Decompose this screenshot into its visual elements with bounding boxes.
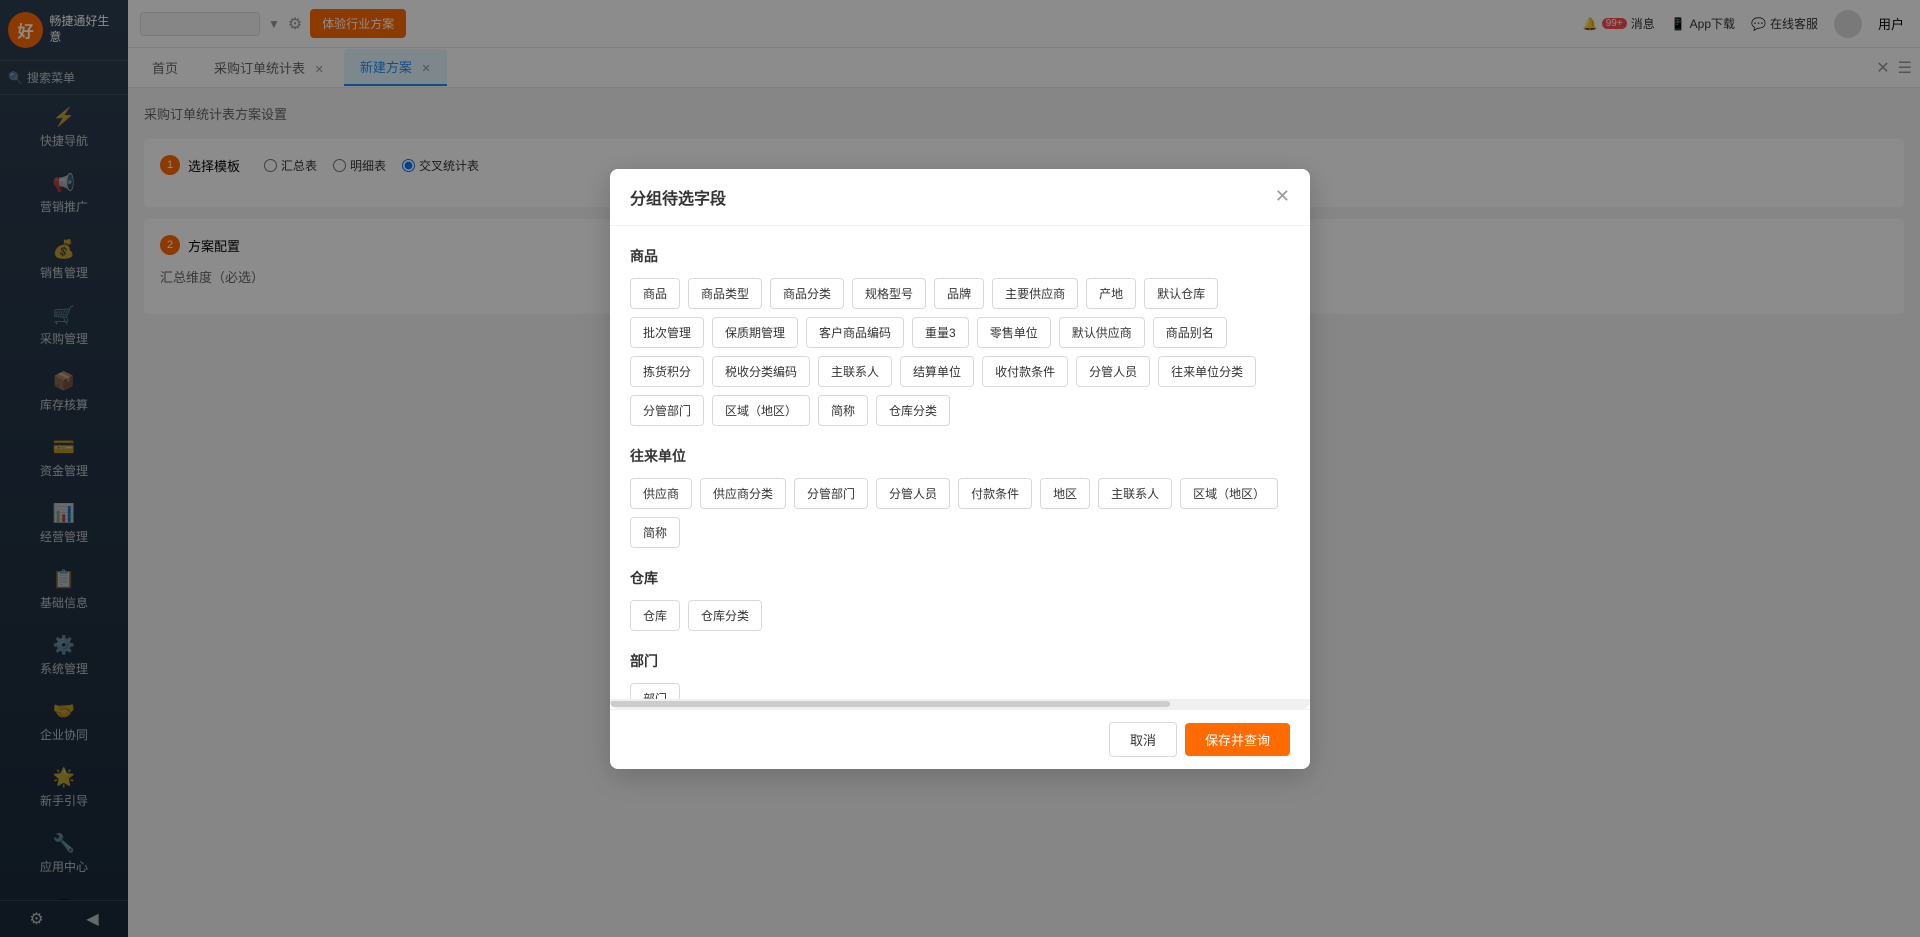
modal-header: 分组待选字段 ✕ bbox=[610, 169, 1310, 226]
tag-retail-unit[interactable]: 零售单位 bbox=[977, 317, 1051, 348]
section-goods: 商品 商品 商品类型 商品分类 规格型号 品牌 主要供应商 产地 默认仓库 批次… bbox=[630, 246, 1290, 426]
tag-spec-model[interactable]: 规格型号 bbox=[852, 278, 926, 309]
section-warehouse-tags: 仓库 仓库分类 bbox=[630, 600, 1290, 631]
modal-close-icon[interactable]: ✕ bbox=[1275, 186, 1290, 207]
modal-footer: 取消 保存并查询 bbox=[610, 709, 1310, 769]
section-department-title: 部门 bbox=[630, 651, 1290, 671]
tag-warehouse[interactable]: 仓库 bbox=[630, 600, 680, 631]
modal-horizontal-scrollbar[interactable] bbox=[610, 699, 1310, 709]
modal-body: 商品 商品 商品类型 商品分类 规格型号 品牌 主要供应商 产地 默认仓库 批次… bbox=[610, 226, 1310, 699]
tag-customer-sku[interactable]: 客户商品编码 bbox=[806, 317, 904, 348]
tag-origin[interactable]: 产地 bbox=[1086, 278, 1136, 309]
section-partner-title: 往来单位 bbox=[630, 446, 1290, 466]
section-department-tags: 部门 bbox=[630, 683, 1290, 699]
tag-tax-code[interactable]: 税收分类编码 bbox=[712, 356, 810, 387]
section-partner-tags: 供应商 供应商分类 分管部门 分管人员 付款条件 地区 主联系人 区域（地区） … bbox=[630, 478, 1290, 548]
tag-weight[interactable]: 重量3 bbox=[912, 317, 969, 348]
cancel-button[interactable]: 取消 bbox=[1109, 722, 1177, 757]
tag-settlement-unit[interactable]: 结算单位 bbox=[900, 356, 974, 387]
tag-partner-manager[interactable]: 分管人员 bbox=[876, 478, 950, 509]
tag-short-name-2[interactable]: 简称 bbox=[630, 517, 680, 548]
tag-partner-category[interactable]: 往来单位分类 bbox=[1158, 356, 1256, 387]
tag-main-contact-2[interactable]: 主联系人 bbox=[1098, 478, 1172, 509]
tag-shelf-life[interactable]: 保质期管理 bbox=[712, 317, 798, 348]
tag-pay-terms[interactable]: 付款条件 bbox=[958, 478, 1032, 509]
modal-title: 分组待选字段 bbox=[630, 185, 726, 209]
tag-department[interactable]: 部门 bbox=[630, 683, 680, 699]
tag-default-supplier[interactable]: 默认供应商 bbox=[1059, 317, 1145, 348]
tag-goods[interactable]: 商品 bbox=[630, 278, 680, 309]
tag-goods-alias[interactable]: 商品别名 bbox=[1153, 317, 1227, 348]
tag-default-warehouse[interactable]: 默认仓库 bbox=[1144, 278, 1218, 309]
section-goods-title: 商品 bbox=[630, 246, 1290, 266]
modal-hscroll-thumb bbox=[610, 701, 1170, 707]
tag-warehouse-cat[interactable]: 仓库分类 bbox=[688, 600, 762, 631]
tag-goods-category[interactable]: 商品分类 bbox=[770, 278, 844, 309]
tag-pick-points[interactable]: 拣货积分 bbox=[630, 356, 704, 387]
tag-payment-terms[interactable]: 收付款条件 bbox=[982, 356, 1068, 387]
section-partner: 往来单位 供应商 供应商分类 分管部门 分管人员 付款条件 地区 主联系人 区域… bbox=[630, 446, 1290, 548]
tag-goods-type[interactable]: 商品类型 bbox=[688, 278, 762, 309]
tag-main-contact[interactable]: 主联系人 bbox=[818, 356, 892, 387]
tag-area[interactable]: 地区 bbox=[1040, 478, 1090, 509]
save-query-button[interactable]: 保存并查询 bbox=[1185, 723, 1290, 756]
tag-partner-dept[interactable]: 分管部门 bbox=[794, 478, 868, 509]
tag-supplier-category[interactable]: 供应商分类 bbox=[700, 478, 786, 509]
tag-brand[interactable]: 品牌 bbox=[934, 278, 984, 309]
tag-main-supplier[interactable]: 主要供应商 bbox=[992, 278, 1078, 309]
section-warehouse-title: 仓库 bbox=[630, 568, 1290, 588]
tag-manager[interactable]: 分管人员 bbox=[1076, 356, 1150, 387]
tag-region-2[interactable]: 区域（地区） bbox=[1180, 478, 1278, 509]
tag-region[interactable]: 区域（地区） bbox=[712, 395, 810, 426]
tag-warehouse-category[interactable]: 仓库分类 bbox=[876, 395, 950, 426]
tag-short-name[interactable]: 简称 bbox=[818, 395, 868, 426]
tag-batch-mgmt[interactable]: 批次管理 bbox=[630, 317, 704, 348]
section-warehouse: 仓库 仓库 仓库分类 bbox=[630, 568, 1290, 631]
tag-supplier[interactable]: 供应商 bbox=[630, 478, 692, 509]
section-department: 部门 部门 bbox=[630, 651, 1290, 699]
tag-dept[interactable]: 分管部门 bbox=[630, 395, 704, 426]
modal: 分组待选字段 ✕ 商品 商品 商品类型 商品分类 规格型号 品牌 主要供应商 产… bbox=[610, 169, 1310, 769]
section-goods-tags: 商品 商品类型 商品分类 规格型号 品牌 主要供应商 产地 默认仓库 批次管理 … bbox=[630, 278, 1290, 426]
